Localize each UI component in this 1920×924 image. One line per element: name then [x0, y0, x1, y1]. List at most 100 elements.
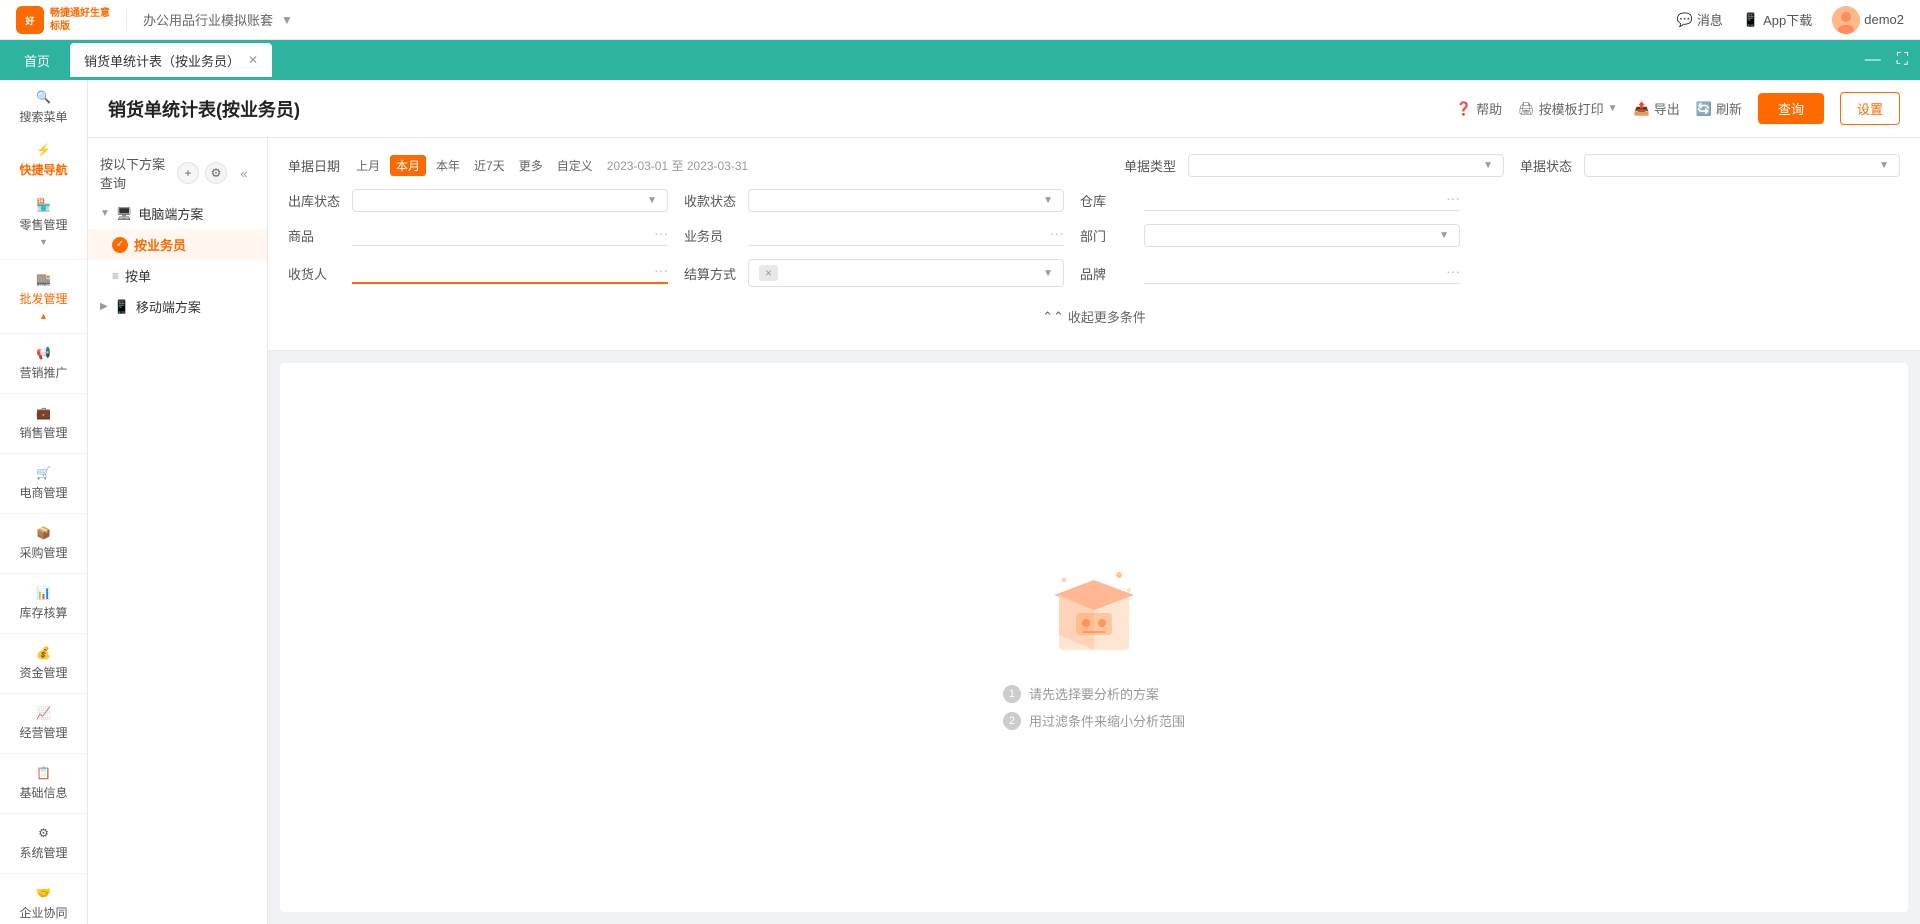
collapse-panel-button[interactable]: «	[233, 162, 255, 184]
salesperson-label: 业务员	[684, 226, 740, 245]
scheme-settings-button[interactable]: ⚙	[205, 162, 227, 184]
tab-sales-stats[interactable]: 销货单统计表（按业务员） ✕	[70, 43, 272, 77]
settlement-dropdown-icon: ▼	[1043, 268, 1053, 279]
filter-collect-status-group: 收款状态 ▼	[684, 189, 1064, 212]
date-btn-this-month[interactable]: 本月	[390, 155, 426, 176]
content-body: 按以下方案查询 + ⚙ « ▼ 🖥 电脑端方案 ✓	[88, 138, 1920, 924]
sidebar-item-wholesale[interactable]: 🏬 批发管理 ▲	[0, 260, 87, 334]
tab-home[interactable]: 首页	[8, 40, 66, 80]
settlement-label: 结算方式	[684, 264, 740, 283]
date-btn-last-7[interactable]: 近7天	[470, 155, 509, 176]
sidebar-item-enterprise[interactable]: 🤝 企业协同	[0, 874, 87, 924]
tab-minimize-icon[interactable]: —	[1861, 47, 1885, 73]
date-btn-more[interactable]: 更多	[515, 155, 547, 176]
sidebar-quick-nav[interactable]: ⚡ 快捷导航	[0, 135, 87, 186]
single-type-dropdown-icon: ▼	[1483, 160, 1493, 171]
date-btn-this-year[interactable]: 本年	[432, 155, 464, 176]
tree-by-salesperson[interactable]: ✓ 按业务员	[88, 229, 267, 260]
sidebar-item-system[interactable]: ⚙ 系统管理	[0, 814, 87, 874]
tree-mobile-group[interactable]: ▶ 📱 移动端方案	[88, 291, 267, 322]
collapse-button[interactable]: ⌃⌃ 收起更多条件	[1042, 307, 1146, 326]
tip-number-2: 2	[1003, 712, 1021, 730]
brand-more-icon[interactable]: ···	[1446, 263, 1460, 279]
tab-maximize-icon[interactable]: ⛶	[1893, 47, 1912, 73]
single-status-select[interactable]: ▼	[1584, 154, 1900, 177]
sidebar-item-ecommerce[interactable]: 🛒 电商管理	[0, 454, 87, 514]
tree-desktop-group[interactable]: ▼ 🖥 电脑端方案	[88, 198, 267, 229]
sidebar-item-retail[interactable]: 🏪 零售管理 ▼	[0, 186, 87, 260]
sales-icon: 💼	[36, 406, 51, 420]
sidebar-item-basic-info[interactable]: 📋 基础信息	[0, 754, 87, 814]
empty-icon	[1034, 545, 1154, 665]
single-type-select[interactable]: ▼	[1188, 154, 1504, 177]
sidebar-item-operations[interactable]: 📈 经营管理	[0, 694, 87, 754]
brand-control[interactable]: ···	[1144, 263, 1460, 284]
department-label: 部门	[1080, 226, 1136, 245]
settlement-select[interactable]: × ▼	[748, 259, 1064, 287]
date-btn-last-month[interactable]: 上月	[352, 155, 384, 176]
tree-mobile-icon: 📱	[114, 299, 130, 315]
query-button[interactable]: 查询	[1758, 93, 1824, 124]
product-control[interactable]: ···	[352, 225, 668, 246]
finance-icon: 💰	[36, 646, 51, 660]
out-status-dropdown-icon: ▼	[647, 195, 657, 206]
refresh-button[interactable]: 🔄 刷新	[1696, 99, 1742, 118]
filter-row-4: 收货人 ··· 结算方式 ×	[288, 259, 1900, 287]
product-more-icon[interactable]: ···	[654, 225, 668, 241]
product-label: 商品	[288, 226, 344, 245]
filter-brand-group: 品牌 ···	[1080, 263, 1460, 284]
sidebar-item-marketing[interactable]: 📢 营销推广	[0, 334, 87, 394]
logo-icon: 好	[16, 6, 44, 34]
tree-by-order[interactable]: ≡ 按单	[88, 260, 267, 291]
top-bar-title: 办公用品行业模拟账套	[143, 10, 273, 29]
left-panel: 按以下方案查询 + ⚙ « ▼ 🖥 电脑端方案 ✓	[88, 138, 268, 924]
user-menu[interactable]: demo2	[1832, 6, 1904, 34]
out-status-label: 出库状态	[288, 191, 344, 210]
add-scheme-button[interactable]: +	[177, 162, 199, 184]
sidebar-search[interactable]: 🔍 搜索菜单	[0, 80, 87, 135]
app-download-button[interactable]: 📱 App下载	[1743, 10, 1812, 29]
department-select[interactable]: ▼	[1144, 224, 1460, 247]
avatar	[1832, 6, 1860, 34]
warehouse-more-icon[interactable]: ···	[1446, 190, 1460, 206]
sidebar-item-finance[interactable]: 💰 资金管理	[0, 634, 87, 694]
settlement-tag-close[interactable]: ×	[765, 266, 772, 280]
department-dropdown-icon: ▼	[1439, 230, 1449, 241]
tree-active-icon: ✓	[112, 237, 128, 253]
inventory-icon: 📊	[36, 586, 51, 600]
brand-label: 品牌	[1080, 264, 1136, 283]
settings-button[interactable]: 设置	[1840, 92, 1900, 125]
top-bar-right: 💬 消息 📱 App下载 demo2	[1677, 6, 1904, 34]
receiver-control[interactable]: ···	[352, 262, 668, 284]
sidebar-item-inventory[interactable]: 📊 库存核算	[0, 574, 87, 634]
tab-close-icon[interactable]: ✕	[248, 53, 258, 67]
collect-status-select[interactable]: ▼	[748, 189, 1064, 212]
wholesale-icon: 🏬	[36, 272, 51, 286]
receiver-more-icon[interactable]: ···	[654, 262, 668, 278]
sidebar-item-sales[interactable]: 💼 销售管理	[0, 394, 87, 454]
out-status-select[interactable]: ▼	[352, 189, 668, 212]
operations-icon: 📈	[36, 706, 51, 720]
empty-tips: 1 请先选择要分析的方案 2 用过滤条件来缩小分析范围	[1003, 684, 1185, 730]
tree-chevron-down-icon: ▼	[100, 208, 110, 219]
top-bar-left: 好 畅捷通好生意 标版 办公用品行业模拟账套 ▼	[16, 6, 293, 34]
help-button[interactable]: ❓ 帮助	[1456, 99, 1502, 118]
filter-single-status-group: 单据状态 ▼	[1520, 154, 1900, 177]
purchase-icon: 📦	[36, 526, 51, 540]
export-button[interactable]: 📤 导出	[1634, 99, 1680, 118]
empty-tip-2: 2 用过滤条件来缩小分析范围	[1003, 711, 1185, 730]
filter-out-status-group: 出库状态 ▼	[288, 189, 668, 212]
filter-salesperson-group: 业务员 ···	[684, 225, 1064, 246]
warehouse-label: 仓库	[1080, 191, 1136, 210]
template-print-button[interactable]: 🖨 按模板打印 ▼	[1518, 99, 1617, 118]
collect-status-label: 收款状态	[684, 191, 740, 210]
salesperson-more-icon[interactable]: ···	[1050, 225, 1064, 241]
filter-receiver-group: 收货人 ···	[288, 262, 668, 284]
salesperson-control[interactable]: ···	[748, 225, 1064, 246]
date-btn-custom[interactable]: 自定义	[553, 155, 597, 176]
warehouse-control[interactable]: ···	[1144, 190, 1460, 211]
page-header-actions: ❓ 帮助 🖨 按模板打印 ▼ 📤 导出 🔄 刷新	[1456, 92, 1900, 125]
sidebar-item-purchase[interactable]: 📦 采购管理	[0, 514, 87, 574]
tab-bar: 首页 销货单统计表（按业务员） ✕ — ⛶	[0, 40, 1920, 80]
messages-button[interactable]: 💬 消息	[1677, 10, 1723, 29]
